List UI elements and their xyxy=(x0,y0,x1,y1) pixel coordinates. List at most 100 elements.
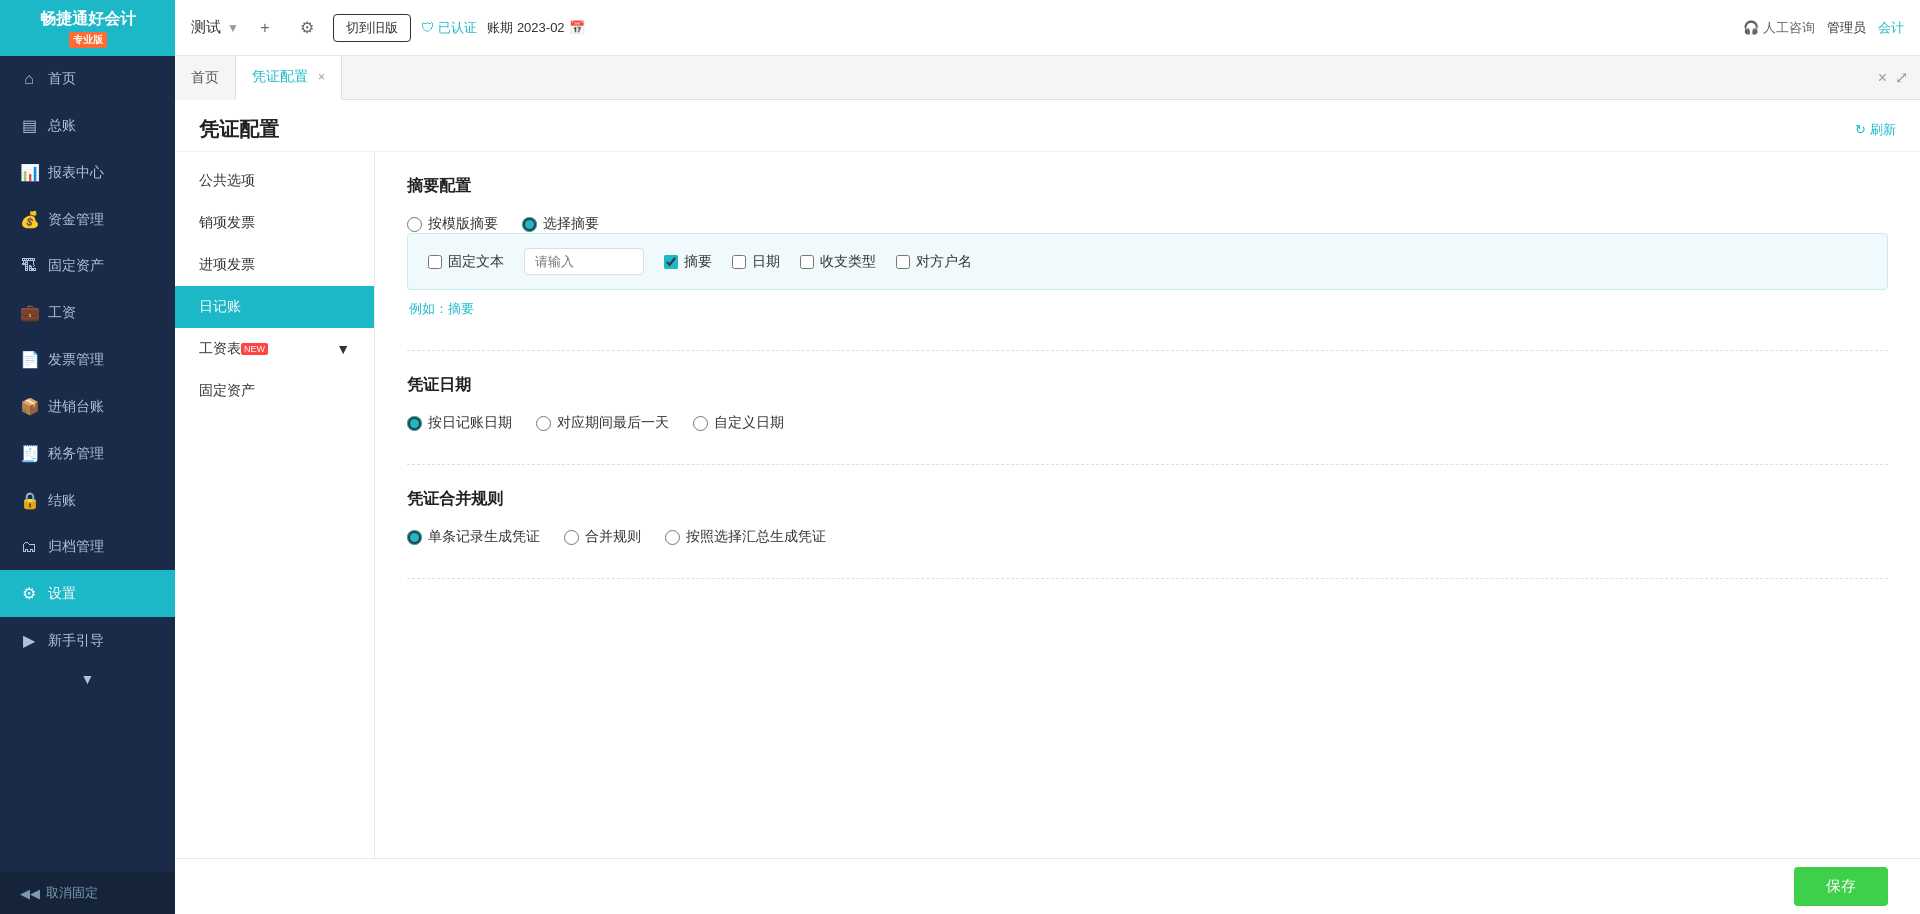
home-icon: ⌂ xyxy=(20,70,38,88)
admin-label[interactable]: 管理员 xyxy=(1827,19,1866,37)
period-display: 账期 2023-02 📅 xyxy=(487,19,585,37)
closing-icon: 🔒 xyxy=(20,491,38,510)
sidebar-item-archive[interactable]: 🗂 归档管理 xyxy=(0,524,175,570)
date-diary-radio[interactable] xyxy=(407,416,422,431)
merge-rule-option[interactable]: 合并规则 xyxy=(564,528,641,546)
topbar-right: 🎧 人工咨询 管理员 会计 xyxy=(1743,19,1904,37)
sidebar-item-reports[interactable]: 📊 报表中心 xyxy=(0,149,175,196)
summary-radio-row: 按模版摘要 选择摘要 xyxy=(407,215,1888,233)
refresh-icon: ↻ xyxy=(1855,122,1866,137)
bottom-bar: 保存 xyxy=(175,858,1920,914)
date-checkbox[interactable] xyxy=(732,255,746,269)
right-config-panel: 摘要配置 按模版摘要 选择摘要 xyxy=(375,152,1920,914)
merge-single-option[interactable]: 单条记录生成凭证 xyxy=(407,528,540,546)
summary-template-option[interactable]: 按模版摘要 xyxy=(407,215,498,233)
tabbar: 首页 凭证配置 × × ⤢ xyxy=(175,56,1920,100)
date-radio-row: 按日记账日期 对应期间最后一天 自定义日期 xyxy=(407,414,1888,432)
tax-icon: 🧾 xyxy=(20,444,38,463)
company-dropdown-icon: ▼ xyxy=(227,21,239,35)
sidebar-item-guide[interactable]: ▶ 新手引导 xyxy=(0,617,175,664)
date-custom-radio[interactable] xyxy=(693,416,708,431)
sidebar-item-capital[interactable]: 💰 资金管理 xyxy=(0,196,175,243)
headset-icon: 🎧 xyxy=(1743,20,1759,35)
pro-badge: 专业版 xyxy=(69,32,107,48)
close-tab-voucher-config[interactable]: × xyxy=(318,70,325,84)
refresh-btn[interactable]: ↻ 刷新 xyxy=(1855,121,1896,139)
sidebar-item-tax[interactable]: 🧾 税务管理 xyxy=(0,430,175,477)
close-all-tabs-btn[interactable]: × xyxy=(1878,69,1887,87)
fixed-text-checkbox-label[interactable]: 固定文本 xyxy=(428,253,504,271)
app-name: 畅捷通好会计 xyxy=(40,9,136,30)
counterpart-checkbox-label[interactable]: 对方户名 xyxy=(896,253,972,271)
left-nav-sales-invoice[interactable]: 销项发票 xyxy=(175,202,374,244)
content-area: 凭证配置 ↻ 刷新 公共选项 销项发票 进项发票 日记账 xyxy=(175,100,1920,914)
left-nav-fixed-assets[interactable]: 固定资产 xyxy=(175,370,374,412)
divider-2 xyxy=(407,464,1888,465)
left-nav-public[interactable]: 公共选项 xyxy=(175,160,374,202)
summary-template-radio[interactable] xyxy=(407,217,422,232)
summary-checkbox[interactable] xyxy=(664,255,678,269)
main-content: 凭证配置 ↻ 刷新 公共选项 销项发票 进项发票 日记账 xyxy=(175,100,1920,914)
summary-checkbox-row: 固定文本 摘要 日期 收支类型 xyxy=(407,233,1888,290)
merge-config-section: 凭证合并规则 单条记录生成凭证 合并规则 按照选择汇总生成凭证 xyxy=(407,489,1888,546)
switch-old-version-btn[interactable]: 切到旧版 xyxy=(333,14,411,42)
merge-rule-radio[interactable] xyxy=(564,530,579,545)
verified-badge: 🛡 已认证 xyxy=(421,19,477,37)
settings-btn[interactable]: ⚙ xyxy=(291,12,323,44)
page-header: 凭证配置 ↻ 刷新 xyxy=(175,100,1920,152)
shield-icon: 🛡 xyxy=(421,20,434,35)
reports-icon: 📊 xyxy=(20,163,38,182)
sidebar-item-ledger[interactable]: ▤ 总账 xyxy=(0,102,175,149)
date-checkbox-label[interactable]: 日期 xyxy=(732,253,780,271)
left-nav-payroll[interactable]: 工资表 NEW ▼ xyxy=(175,328,374,370)
merge-section-title: 凭证合并规则 xyxy=(407,489,1888,510)
date-diary-option[interactable]: 按日记账日期 xyxy=(407,414,512,432)
sidebar-item-purchase-sales[interactable]: 📦 进销台账 xyxy=(0,383,175,430)
sidebar-item-home[interactable]: ⌂ 首页 xyxy=(0,56,175,102)
summary-checkbox-label[interactable]: 摘要 xyxy=(664,253,712,271)
sidebar-item-closing[interactable]: 🔒 结账 xyxy=(0,477,175,524)
date-period-last-radio[interactable] xyxy=(536,416,551,431)
counterpart-checkbox[interactable] xyxy=(896,255,910,269)
expand-tab-btn[interactable]: ⤢ xyxy=(1895,68,1908,87)
date-period-last-option[interactable]: 对应期间最后一天 xyxy=(536,414,669,432)
left-nav-diary[interactable]: 日记账 xyxy=(175,286,374,328)
summary-select-radio[interactable] xyxy=(522,217,537,232)
divider-1 xyxy=(407,350,1888,351)
summary-select-option[interactable]: 选择摘要 xyxy=(522,215,599,233)
sidebar-item-assets[interactable]: 🏗 固定资产 xyxy=(0,243,175,289)
sidebar-item-settings[interactable]: ⚙ 设置 xyxy=(0,570,175,617)
chevron-down-icon: ▼ xyxy=(336,341,350,357)
settings-icon: ⚙ xyxy=(20,584,38,603)
calendar-icon[interactable]: 📅 xyxy=(569,20,585,35)
summary-section-title: 摘要配置 xyxy=(407,176,1888,197)
tab-home[interactable]: 首页 xyxy=(175,56,236,100)
app-logo[interactable]: 畅捷通好会计 专业版 xyxy=(0,0,175,56)
date-custom-option[interactable]: 自定义日期 xyxy=(693,414,784,432)
company-name[interactable]: 测试 ▼ xyxy=(191,18,239,37)
consult-btn[interactable]: 🎧 人工咨询 xyxy=(1743,19,1815,37)
merge-select-summary-option[interactable]: 按照选择汇总生成凭证 xyxy=(665,528,826,546)
new-badge: NEW xyxy=(241,343,268,355)
tabbar-actions: × ⤢ xyxy=(1878,68,1920,87)
payment-type-checkbox-label[interactable]: 收支类型 xyxy=(800,253,876,271)
sidebar-scroll-down[interactable]: ▼ xyxy=(0,664,175,694)
payment-type-checkbox[interactable] xyxy=(800,255,814,269)
sidebar-item-invoice[interactable]: 📄 发票管理 xyxy=(0,336,175,383)
sidebar-nav: ⌂ 首页 ▤ 总账 📊 报表中心 💰 资金管理 🏗 固定资产 💼 工资 📄 发票… xyxy=(0,56,175,872)
fixed-text-input[interactable] xyxy=(524,248,644,275)
role-label[interactable]: 会计 xyxy=(1878,19,1904,37)
cancel-pin-btn[interactable]: ◀◀ 取消固定 xyxy=(0,872,175,914)
save-button[interactable]: 保存 xyxy=(1794,867,1888,906)
archive-icon: 🗂 xyxy=(20,538,38,556)
summary-example: 例如：摘要 xyxy=(409,300,1888,318)
tab-voucher-config[interactable]: 凭证配置 × xyxy=(236,56,342,100)
fixed-text-checkbox[interactable] xyxy=(428,255,442,269)
salary-icon: 💼 xyxy=(20,303,38,322)
merge-single-radio[interactable] xyxy=(407,530,422,545)
merge-radio-row: 单条记录生成凭证 合并规则 按照选择汇总生成凭证 xyxy=(407,528,1888,546)
sidebar-item-salary[interactable]: 💼 工资 xyxy=(0,289,175,336)
merge-select-summary-radio[interactable] xyxy=(665,530,680,545)
left-nav-purchase-invoice[interactable]: 进项发票 xyxy=(175,244,374,286)
add-btn[interactable]: + xyxy=(249,12,281,44)
